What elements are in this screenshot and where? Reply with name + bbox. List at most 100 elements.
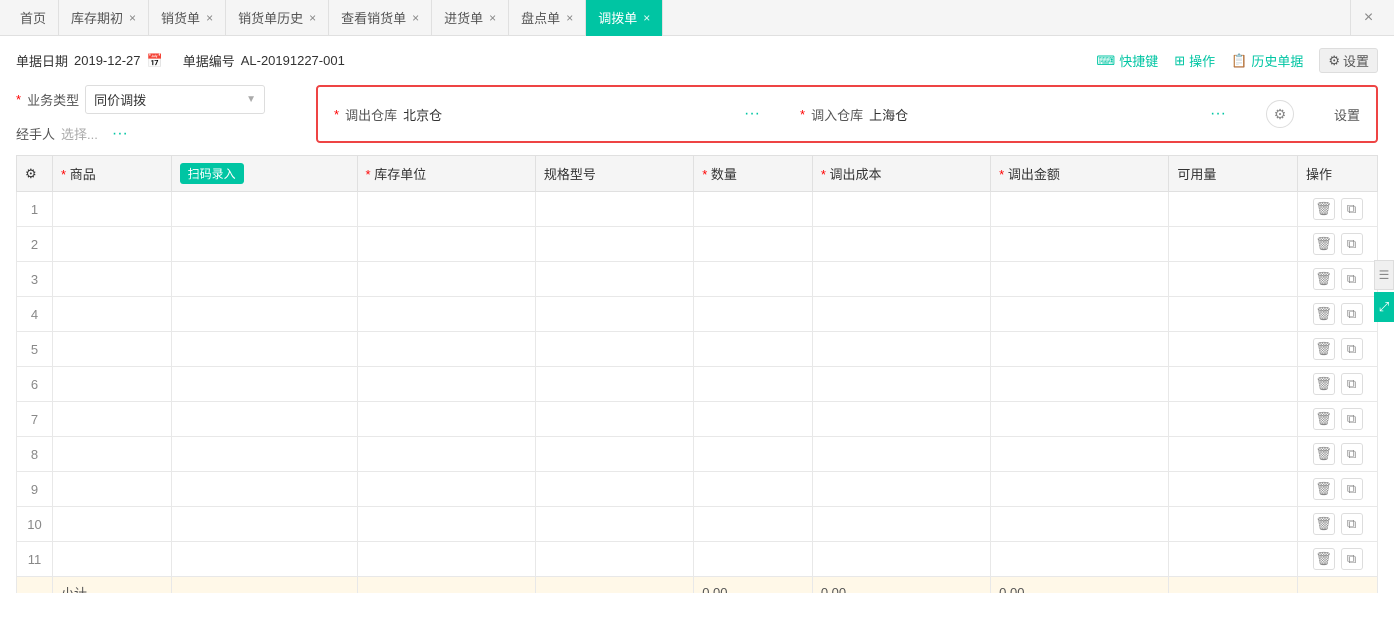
copy-icon[interactable]: ⧉ — [1341, 548, 1363, 570]
tab-home[interactable]: 首页 — [8, 0, 59, 36]
tab-inventory-check-close[interactable]: × — [566, 11, 573, 25]
row-cell-5[interactable] — [812, 192, 990, 227]
shortcuts-btn[interactable]: ⌨ 快捷键 — [1096, 51, 1158, 70]
copy-icon[interactable]: ⧉ — [1341, 373, 1363, 395]
row-cell-0[interactable] — [53, 367, 172, 402]
row-cell-6[interactable] — [991, 227, 1169, 262]
row-cell-6[interactable] — [991, 542, 1169, 577]
row-cell-7[interactable] — [1169, 367, 1298, 402]
row-cell-7[interactable] — [1169, 472, 1298, 507]
row-cell-6[interactable] — [991, 507, 1169, 542]
row-cell-1[interactable] — [171, 227, 357, 262]
row-cell-5[interactable] — [812, 227, 990, 262]
row-cell-4[interactable] — [694, 472, 813, 507]
row-cell-6[interactable] — [991, 262, 1169, 297]
row-cell-4[interactable] — [694, 542, 813, 577]
row-cell-7[interactable] — [1169, 192, 1298, 227]
row-cell-3[interactable] — [535, 332, 693, 367]
copy-icon[interactable]: ⧉ — [1341, 198, 1363, 220]
row-cell-0[interactable] — [53, 332, 172, 367]
row-cell-3[interactable] — [535, 227, 693, 262]
row-cell-1[interactable] — [171, 262, 357, 297]
row-cell-1[interactable] — [171, 192, 357, 227]
tab-inventory-init-close[interactable]: × — [129, 11, 136, 25]
delete-icon[interactable]: 🗑 — [1313, 548, 1335, 570]
warehouse-settings-btn[interactable]: ⚙ — [1266, 100, 1294, 128]
row-cell-5[interactable] — [812, 332, 990, 367]
tab-sales-order-close[interactable]: × — [206, 11, 213, 25]
row-cell-0[interactable] — [53, 542, 172, 577]
row-cell-5[interactable] — [812, 542, 990, 577]
biz-type-select[interactable]: 同价调拨 ▼ — [85, 85, 265, 114]
tab-transfer-close[interactable]: × — [643, 11, 650, 25]
delete-icon[interactable]: 🗑 — [1313, 303, 1335, 325]
delete-icon[interactable]: 🗑 — [1313, 233, 1335, 255]
row-cell-0[interactable] — [53, 437, 172, 472]
tab-purchase-close[interactable]: × — [489, 11, 496, 25]
tab-purchase[interactable]: 进货单 × — [432, 0, 509, 36]
row-cell-5[interactable] — [812, 437, 990, 472]
row-cell-1[interactable] — [171, 507, 357, 542]
row-cell-2[interactable] — [357, 437, 535, 472]
copy-icon[interactable]: ⧉ — [1341, 513, 1363, 535]
copy-icon[interactable]: ⧉ — [1341, 303, 1363, 325]
tab-view-sales-close[interactable]: × — [412, 11, 419, 25]
row-cell-0[interactable] — [53, 262, 172, 297]
in-wh-more-btn[interactable]: ··· — [1210, 106, 1226, 122]
row-cell-7[interactable] — [1169, 542, 1298, 577]
side-doc-icon[interactable]: ☰ — [1374, 260, 1394, 290]
delete-icon[interactable]: 🗑 — [1313, 513, 1335, 535]
row-cell-5[interactable] — [812, 297, 990, 332]
row-cell-5[interactable] — [812, 472, 990, 507]
row-cell-5[interactable] — [812, 367, 990, 402]
row-cell-6[interactable] — [991, 472, 1169, 507]
row-cell-3[interactable] — [535, 507, 693, 542]
tab-inventory-init[interactable]: 库存期初 × — [59, 0, 149, 36]
row-cell-2[interactable] — [357, 402, 535, 437]
window-close-button[interactable]: × — [1350, 0, 1386, 36]
operator-more-btn[interactable]: ··· — [112, 125, 128, 143]
row-cell-6[interactable] — [991, 192, 1169, 227]
row-cell-3[interactable] — [535, 472, 693, 507]
warehouse-settings-label[interactable]: 设置 — [1334, 105, 1360, 124]
tab-inventory-check[interactable]: 盘点单 × — [509, 0, 586, 36]
delete-icon[interactable]: 🗑 — [1313, 268, 1335, 290]
row-cell-1[interactable] — [171, 367, 357, 402]
operations-btn[interactable]: ⊞ 操作 — [1174, 51, 1215, 70]
scan-button[interactable]: 扫码录入 — [180, 163, 244, 184]
row-cell-4[interactable] — [694, 367, 813, 402]
tab-sales-history-close[interactable]: × — [309, 11, 316, 25]
row-cell-5[interactable] — [812, 507, 990, 542]
row-cell-3[interactable] — [535, 542, 693, 577]
out-wh-value[interactable]: 北京仓 — [403, 105, 738, 124]
history-btn[interactable]: 📋 历史单据 — [1231, 51, 1303, 70]
row-cell-7[interactable] — [1169, 332, 1298, 367]
delete-icon[interactable]: 🗑 — [1313, 408, 1335, 430]
row-cell-6[interactable] — [991, 402, 1169, 437]
row-cell-1[interactable] — [171, 332, 357, 367]
date-value[interactable]: 2019-12-27 — [74, 53, 141, 68]
row-cell-0[interactable] — [53, 297, 172, 332]
row-cell-5[interactable] — [812, 402, 990, 437]
calendar-icon[interactable]: 📅 — [147, 53, 163, 69]
row-cell-0[interactable] — [53, 507, 172, 542]
row-cell-7[interactable] — [1169, 297, 1298, 332]
row-cell-3[interactable] — [535, 297, 693, 332]
tab-sales-order[interactable]: 销货单 × — [149, 0, 226, 36]
delete-icon[interactable]: 🗑 — [1313, 338, 1335, 360]
row-cell-7[interactable] — [1169, 507, 1298, 542]
copy-icon[interactable]: ⧉ — [1341, 233, 1363, 255]
copy-icon[interactable]: ⧉ — [1341, 338, 1363, 360]
row-cell-7[interactable] — [1169, 437, 1298, 472]
copy-icon[interactable]: ⧉ — [1341, 408, 1363, 430]
row-cell-4[interactable] — [694, 507, 813, 542]
row-cell-3[interactable] — [535, 437, 693, 472]
row-cell-4[interactable] — [694, 262, 813, 297]
row-cell-2[interactable] — [357, 227, 535, 262]
row-cell-2[interactable] — [357, 542, 535, 577]
row-cell-2[interactable] — [357, 507, 535, 542]
delete-icon[interactable]: 🗑 — [1313, 478, 1335, 500]
row-cell-4[interactable] — [694, 437, 813, 472]
row-cell-2[interactable] — [357, 297, 535, 332]
copy-icon[interactable]: ⧉ — [1341, 268, 1363, 290]
